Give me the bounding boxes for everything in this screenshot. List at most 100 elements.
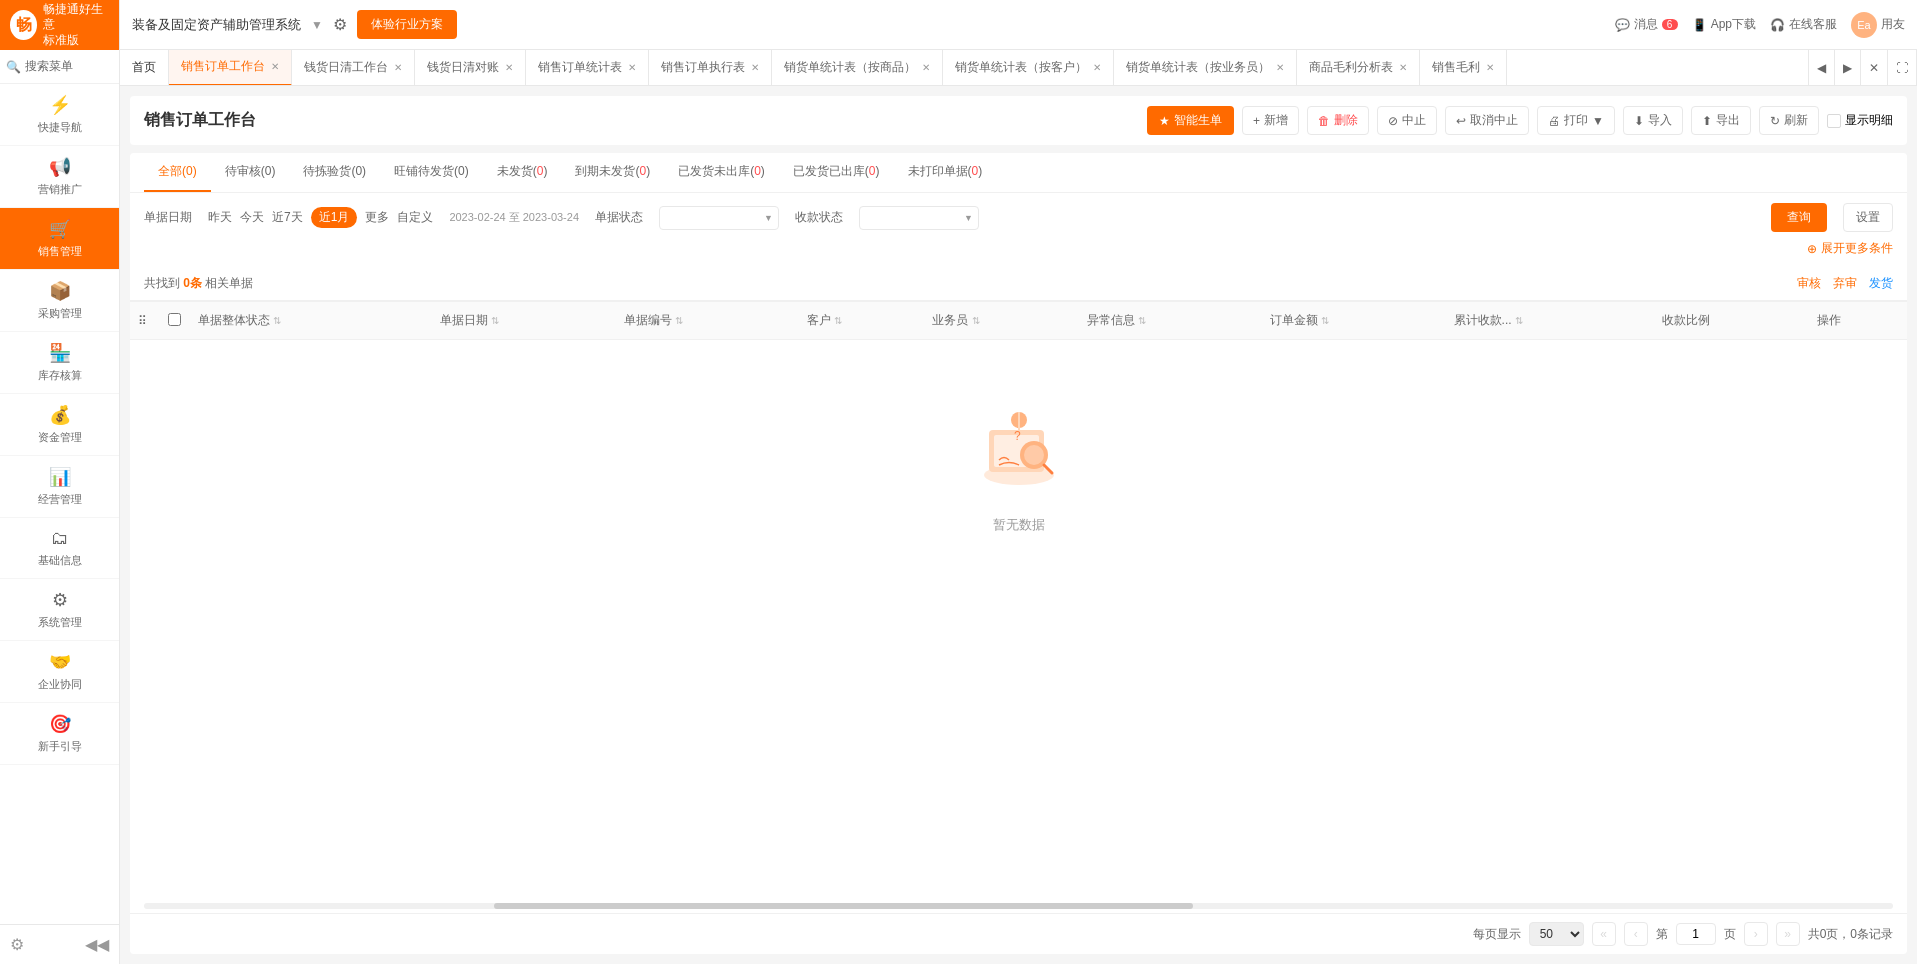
sidebar-item-sales[interactable]: 🛒 销售管理 [0, 208, 119, 270]
close-cash-daily-tab[interactable]: ✕ [394, 62, 402, 73]
tab-scroll-right-btn[interactable]: ▶ [1835, 50, 1861, 86]
close-cash-reconcile-tab[interactable]: ✕ [505, 62, 513, 73]
sidebar-item-operations[interactable]: 📊 经营管理 [0, 456, 119, 518]
horizontal-scrollbar[interactable] [144, 903, 1893, 909]
dropdown-chevron-icon[interactable]: ▼ [311, 18, 323, 32]
th-abnormal[interactable]: 异常信息 ⇅ [1079, 302, 1263, 340]
tab-scroll-left-btn[interactable]: ◀ [1809, 50, 1835, 86]
message-action[interactable]: 💬 消息 6 [1615, 16, 1678, 33]
th-staff[interactable]: 业务员 ⇅ [924, 302, 1078, 340]
scrollbar-thumb[interactable] [494, 903, 1194, 909]
sub-tab-shipped-not-out[interactable]: 已发货未出库(0) [664, 153, 779, 192]
tab-sales-stats[interactable]: 销售订单统计表 ✕ [526, 50, 649, 86]
first-page-btn[interactable]: « [1592, 922, 1616, 946]
th-status[interactable]: 单据整体状态 ⇅ [190, 302, 432, 340]
tab-sales-profit[interactable]: 销售毛利 ✕ [1420, 50, 1507, 86]
th-number[interactable]: 单据编号 ⇅ [616, 302, 800, 340]
sub-tab-pending-review[interactable]: 待审核(0) [211, 153, 290, 192]
show-detail-label[interactable]: 显示明细 [1827, 112, 1893, 129]
close-sales-profit-tab[interactable]: ✕ [1486, 62, 1494, 73]
close-margin-analysis-tab[interactable]: ✕ [1399, 62, 1407, 73]
date-opt-1month[interactable]: 近1月 [311, 207, 358, 228]
select-all-checkbox[interactable] [168, 313, 181, 326]
prev-page-btn[interactable]: ‹ [1624, 922, 1648, 946]
settings-icon[interactable]: ⚙ [333, 15, 347, 34]
delete-btn[interactable]: 🗑 删除 [1307, 106, 1369, 135]
tab-summary-customer[interactable]: 销货单统计表（按客户） ✕ [943, 50, 1114, 86]
sub-tab-all[interactable]: 全部(0) [144, 153, 211, 192]
experience-btn[interactable]: 体验行业方案 [357, 10, 457, 39]
date-opt-more[interactable]: 更多 [365, 209, 389, 226]
status-select[interactable] [659, 206, 779, 230]
payment-select[interactable] [859, 206, 979, 230]
user-action[interactable]: Ea 用友 [1851, 12, 1905, 38]
online-service-action[interactable]: 🎧 在线客服 [1770, 16, 1837, 33]
expand-conditions-btn[interactable]: ⊕ 展开更多条件 [1807, 240, 1893, 257]
cancel-stop-btn[interactable]: ↩ 取消中止 [1445, 106, 1529, 135]
tab-summary-product[interactable]: 销货单统计表（按商品） ✕ [772, 50, 943, 86]
total-records-label: 共0页，0条记录 [1808, 926, 1893, 943]
next-page-btn[interactable]: › [1744, 922, 1768, 946]
close-sales-workbench-tab[interactable]: ✕ [271, 61, 279, 72]
sidebar-item-purchase[interactable]: 📦 采购管理 [0, 270, 119, 332]
page-number-input[interactable] [1676, 923, 1716, 945]
sidebar-item-system[interactable]: ⚙ 系统管理 [0, 579, 119, 641]
sub-tab-pending-inspect[interactable]: 待拣验货(0) [289, 153, 380, 192]
sidebar-item-enterprise[interactable]: 🤝 企业协同 [0, 641, 119, 703]
sidebar-item-newbie[interactable]: 🎯 新手引导 [0, 703, 119, 765]
tab-close-all-btn[interactable]: ✕ [1861, 50, 1888, 86]
per-page-select[interactable]: 50 10 20 100 [1529, 922, 1584, 946]
sub-tab-wangpu-ship[interactable]: 旺铺待发货(0) [380, 153, 483, 192]
sidebar-item-finance[interactable]: 💰 资金管理 [0, 394, 119, 456]
sidebar-item-marketing[interactable]: 📢 营销推广 [0, 146, 119, 208]
query-btn[interactable]: 查询 [1771, 203, 1827, 232]
sidebar-search[interactable]: 🔍 搜索菜单 [0, 50, 119, 84]
close-sales-stats-tab[interactable]: ✕ [628, 62, 636, 73]
collapse-sidebar-btn[interactable]: ◀◀ [85, 935, 109, 954]
review-action-btn[interactable]: 审核 [1797, 275, 1821, 292]
close-summary-customer-tab[interactable]: ✕ [1093, 62, 1101, 73]
refresh-btn[interactable]: ↻ 刷新 [1759, 106, 1819, 135]
settings-footer-btn[interactable]: ⚙ [10, 935, 24, 954]
smart-generate-btn[interactable]: ★ 智能生单 [1147, 106, 1234, 135]
tab-cash-daily[interactable]: 钱货日清工作台 ✕ [292, 50, 415, 86]
th-date[interactable]: 单据日期 ⇅ [432, 302, 616, 340]
table-scroll[interactable]: ⠿ 单据整体状态 ⇅ 单据日期 [130, 301, 1907, 899]
tab-margin-analysis[interactable]: 商品毛利分析表 ✕ [1297, 50, 1420, 86]
cancel-review-action-btn[interactable]: 弃审 [1833, 275, 1857, 292]
ship-action-btn[interactable]: 发货 [1869, 275, 1893, 292]
sidebar-item-inventory[interactable]: 🏪 库存核算 [0, 332, 119, 394]
th-amount[interactable]: 订单金额 ⇅ [1262, 302, 1446, 340]
tab-maximize-btn[interactable]: ⛶ [1888, 50, 1917, 86]
stop-btn[interactable]: ⊘ 中止 [1377, 106, 1437, 135]
set-btn[interactable]: 设置 [1843, 203, 1893, 232]
app-download-action[interactable]: 📱 App下载 [1692, 16, 1756, 33]
close-summary-staff-tab[interactable]: ✕ [1276, 62, 1284, 73]
tab-cash-reconcile[interactable]: 钱货日清对账 ✕ [415, 50, 526, 86]
sub-tab-shipped-out[interactable]: 已发货已出库(0) [779, 153, 894, 192]
th-collected[interactable]: 累计收款... ⇅ [1446, 302, 1654, 340]
th-customer[interactable]: 客户 ⇅ [799, 302, 924, 340]
tab-sales-workbench[interactable]: 销售订单工作台 ✕ [169, 50, 292, 86]
sub-tab-not-shipped[interactable]: 未发货(0) [483, 153, 562, 192]
import-btn[interactable]: ⬇ 导入 [1623, 106, 1683, 135]
sidebar-item-quick-nav[interactable]: ⚡ 快捷导航 [0, 84, 119, 146]
sidebar-item-basic[interactable]: 🗂 基础信息 [0, 518, 119, 579]
date-opt-custom[interactable]: 自定义 [397, 209, 433, 226]
show-detail-checkbox[interactable] [1827, 114, 1841, 128]
tab-sales-exec[interactable]: 销售订单执行表 ✕ [649, 50, 772, 86]
date-opt-yesterday[interactable]: 昨天 [208, 209, 232, 226]
close-sales-exec-tab[interactable]: ✕ [751, 62, 759, 73]
last-page-btn[interactable]: » [1776, 922, 1800, 946]
add-btn[interactable]: + 新增 [1242, 106, 1299, 135]
date-opt-7days[interactable]: 近7天 [272, 209, 303, 226]
close-summary-product-tab[interactable]: ✕ [922, 62, 930, 73]
print-btn[interactable]: 🖨 打印 ▼ [1537, 106, 1615, 135]
sub-tab-not-printed[interactable]: 未打印单据(0) [894, 153, 997, 192]
tab-home[interactable]: 首页 [120, 50, 169, 86]
payment-select-wrapper [859, 206, 979, 230]
tab-summary-staff[interactable]: 销货单统计表（按业务员） ✕ [1114, 50, 1297, 86]
export-btn[interactable]: ⬆ 导出 [1691, 106, 1751, 135]
sub-tab-overdue-not-shipped[interactable]: 到期未发货(0) [561, 153, 664, 192]
date-opt-today[interactable]: 今天 [240, 209, 264, 226]
